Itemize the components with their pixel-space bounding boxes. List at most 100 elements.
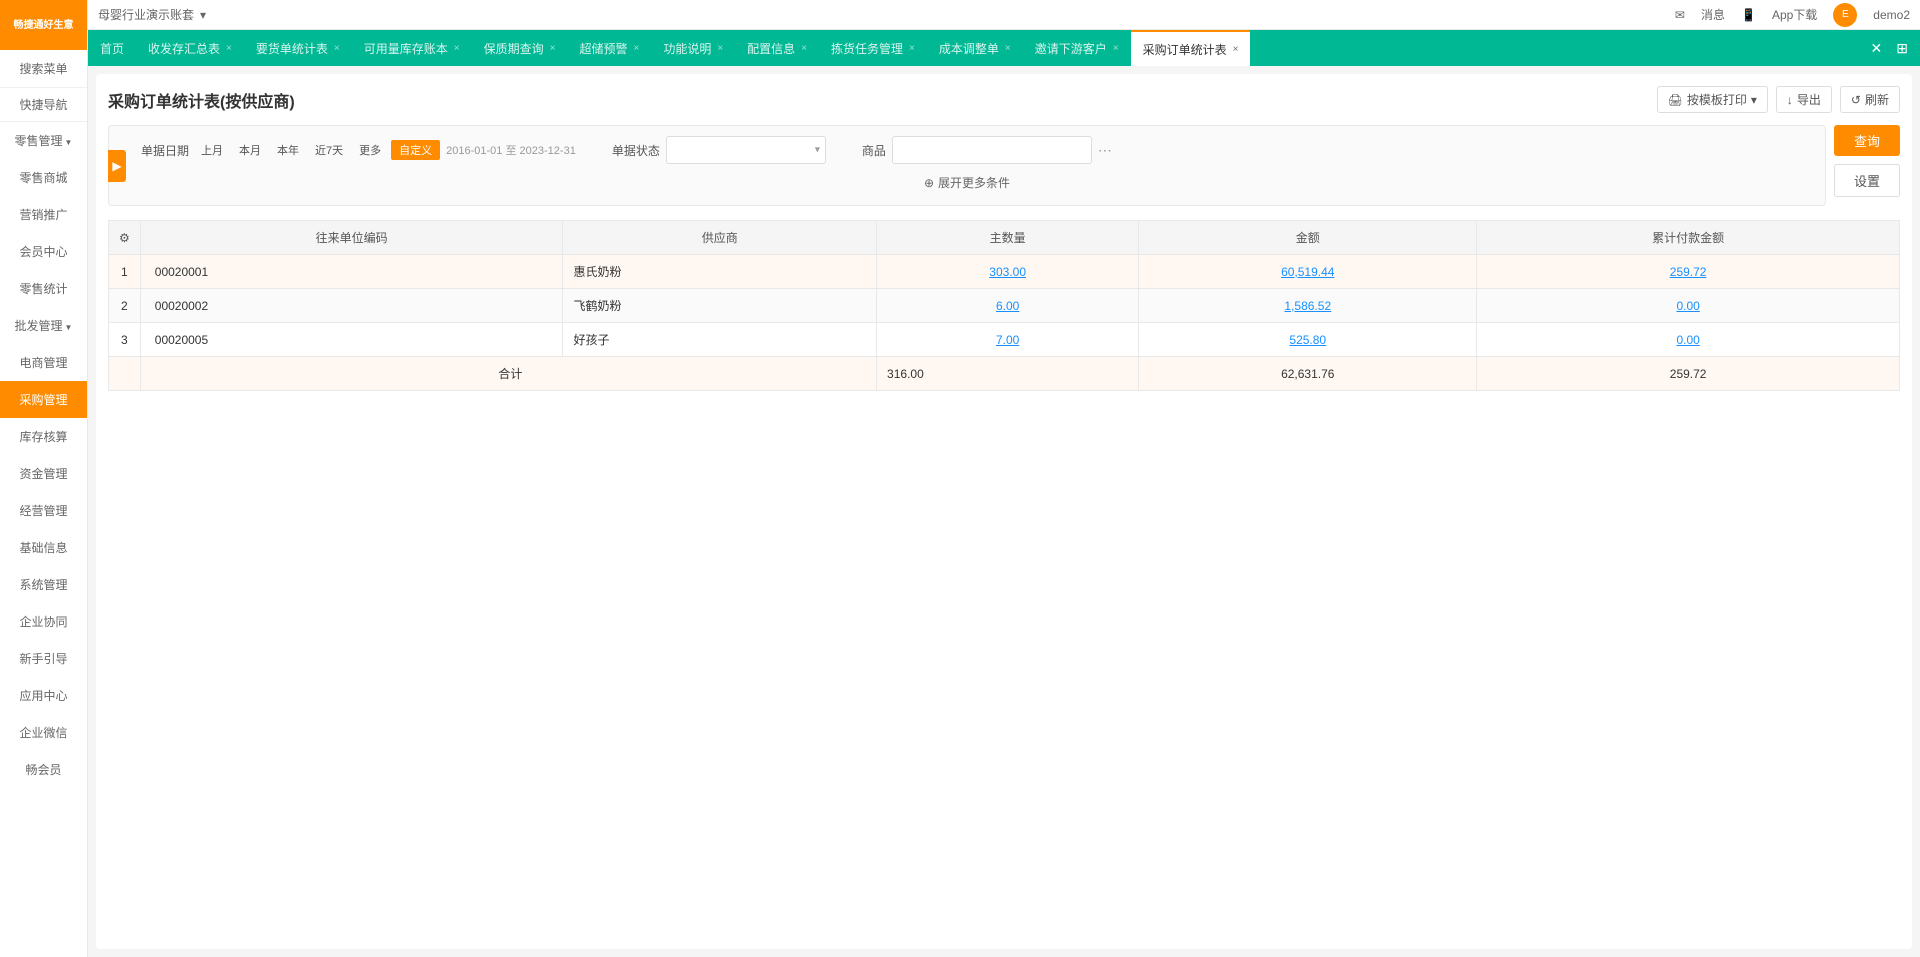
sidebar-item-wholesale[interactable]: 批发管理 [0,307,87,344]
custom-date-tag[interactable]: 自定义 [391,140,440,160]
cell-paid-1[interactable]: 0.00 [1477,289,1900,323]
sidebar-item-sys[interactable]: 系统管理 [0,566,87,603]
tab-order-stat[interactable]: 要货单统计表× [244,30,352,66]
tab-pick-task[interactable]: 拣货任务管理× [819,30,927,66]
tab-close-collect-dispatch[interactable]: × [226,43,232,54]
tab-close-purchase-stat[interactable]: × [1233,44,1239,55]
tab-config-info[interactable]: 配置信息× [735,30,819,66]
sidebar-item-guide[interactable]: 新手引导 [0,640,87,677]
cell-qty-1[interactable]: 6.00 [877,289,1139,323]
app-logo-text: 畅捷通好生意 [14,19,74,32]
tab-purchase-stat[interactable]: 采购订单统计表× [1131,30,1251,66]
status-select[interactable] [666,136,826,164]
sidebar-item-retail[interactable]: 零售管理 [0,122,87,159]
tab-func-desc[interactable]: 功能说明 × [651,30,735,66]
filter-area: ▶ 单据日期 上月 本月 本年 近7天 更多 自定义 [108,125,1826,206]
tab-close-config-info[interactable]: × [801,43,807,54]
tab-label-avail-stock: 可用量库存账本 [364,40,448,57]
goods-more-icon[interactable]: ⋯ [1098,142,1112,159]
sidebar-search[interactable]: 搜索菜单 [0,50,87,88]
sidebar-item-finance[interactable]: 资金管理 [0,455,87,492]
message-label[interactable]: 消息 [1701,6,1725,23]
sidebar-item-ecom[interactable]: 电商管理 [0,344,87,381]
cell-paid-0[interactable]: 259.72 [1477,255,1900,289]
sidebar-item-ops[interactable]: 经营管理 [0,492,87,529]
sidebar-item-retail-shop[interactable]: 零售商城 [0,159,87,196]
cell-no-2: 3 [109,323,141,357]
sidebar-item-member[interactable]: 会员中心 [0,233,87,270]
date-shortcuts: 上月 本月 本年 近7天 更多 自定义 [195,140,440,160]
tabbar-close-all[interactable]: ✕ [1867,40,1887,57]
goods-input[interactable] [892,136,1092,164]
tab-overstock[interactable]: 超储预警× [567,30,651,66]
sidebar-item-retail-stat[interactable]: 零售统计 [0,270,87,307]
print-icon: 🖨 [1668,93,1683,107]
tab-close-warranty[interactable]: × [550,43,556,54]
tab-close-invite-downstream[interactable]: × [1113,43,1119,54]
sidebar-item-corp[interactable]: 企业协同 [0,603,87,640]
tab-collect-dispatch[interactable]: 收发存汇总表 × [136,30,244,66]
sidebar-item-wxcorp[interactable]: 企业微信 [0,714,87,751]
sidebar-quick-nav[interactable]: 快捷导航 [0,88,87,122]
filter-toggle[interactable]: ▶ [108,150,126,182]
tab-avail-stock[interactable]: 可用量库存账本 × [352,30,472,66]
refresh-button[interactable]: ↺ 刷新 [1840,86,1900,113]
cell-amount-1[interactable]: 1,586.52 [1139,289,1477,323]
tab-close-order-stat[interactable]: × [334,43,340,54]
setting-button[interactable]: 设置 [1834,164,1900,197]
tab-close-overstock[interactable]: × [633,43,639,54]
query-buttons: 查询 设置 [1834,125,1900,197]
sidebar-item-purchase[interactable]: 采购管理 [0,381,87,418]
shortcut-more[interactable]: 更多 [353,140,387,160]
workspace-dropdown-icon[interactable]: ▾ [200,8,206,22]
sidebar-item-inventory[interactable]: 库存核算 [0,418,87,455]
tab-close-pick-task[interactable]: × [909,43,915,54]
sidebar-item-vip[interactable]: 畅会员 [0,751,87,788]
tab-close-cost-adjust[interactable]: × [1005,43,1011,54]
user-avatar[interactable]: E [1833,3,1857,27]
expand-button[interactable]: ⊕ 展开更多条件 [916,170,1018,195]
cell-supplier-1: 飞鹤奶粉 [563,289,877,323]
cell-supplier-0: 惠氏奶粉 [563,255,877,289]
app-download-icon[interactable]: 📱 [1741,8,1756,22]
tab-label-collect-dispatch: 收发存汇总表 [148,40,220,57]
cell-qty-0[interactable]: 303.00 [877,255,1139,289]
cell-paid-2[interactable]: 0.00 [1477,323,1900,357]
cell-qty-2[interactable]: 7.00 [877,323,1139,357]
page-actions: 🖨 按模板打印 ▾ ↓ 导出 ↺ 刷新 [1657,86,1900,113]
tab-home[interactable]: 首页 [88,30,136,66]
tab-invite-downstream[interactable]: 邀请下游客户× [1023,30,1131,66]
tab-warranty[interactable]: 保质期查询× [472,30,568,66]
status-filter-group: 单据状态 [612,136,826,164]
page-title: 采购订单统计表(按供应商) [108,88,295,112]
tab-close-func-desc[interactable]: × [717,43,723,54]
print-button[interactable]: 🖨 按模板打印 ▾ [1657,86,1768,113]
footer-label: 合计 [140,357,876,391]
shortcut-last-month[interactable]: 上月 [195,140,229,160]
footer-qty: 316.00 [877,357,1139,391]
shortcut-this-year[interactable]: 本年 [271,140,305,160]
query-button[interactable]: 查询 [1834,125,1900,156]
topbar: 母婴行业演示账套 ▾ ✉ 消息 📱 App下载 E demo2 [88,0,1920,30]
shortcut-7days[interactable]: 近7天 [309,140,349,160]
sidebar-item-appstore[interactable]: 应用中心 [0,677,87,714]
tabbar-expand[interactable]: ⊞ [1892,40,1912,57]
export-button[interactable]: ↓ 导出 [1776,86,1832,113]
username-label[interactable]: demo2 [1873,8,1910,22]
sidebar-item-marketing[interactable]: 营销推广 [0,196,87,233]
tab-close-avail-stock[interactable]: × [454,43,460,54]
status-select-wrapper [666,136,826,164]
col-settings[interactable]: ⚙ [109,221,141,255]
sidebar-item-base[interactable]: 基础信息 [0,529,87,566]
page-inner: 采购订单统计表(按供应商) 🖨 按模板打印 ▾ ↓ 导出 ↺ 刷新 [96,74,1912,949]
shortcut-this-month[interactable]: 本月 [233,140,267,160]
tab-cost-adjust[interactable]: 成本调整单× [927,30,1023,66]
print-dropdown-icon: ▾ [1751,93,1757,107]
topbar-left: 母婴行业演示账套 ▾ [98,6,206,23]
message-icon[interactable]: ✉ [1675,8,1685,22]
filter-row: 单据日期 上月 本月 本年 近7天 更多 自定义 [121,136,1813,164]
tab-label-func-desc: 功能说明 [663,40,711,57]
cell-amount-0[interactable]: 60,519.44 [1139,255,1477,289]
cell-amount-2[interactable]: 525.80 [1139,323,1477,357]
app-download-label[interactable]: App下载 [1772,6,1817,23]
